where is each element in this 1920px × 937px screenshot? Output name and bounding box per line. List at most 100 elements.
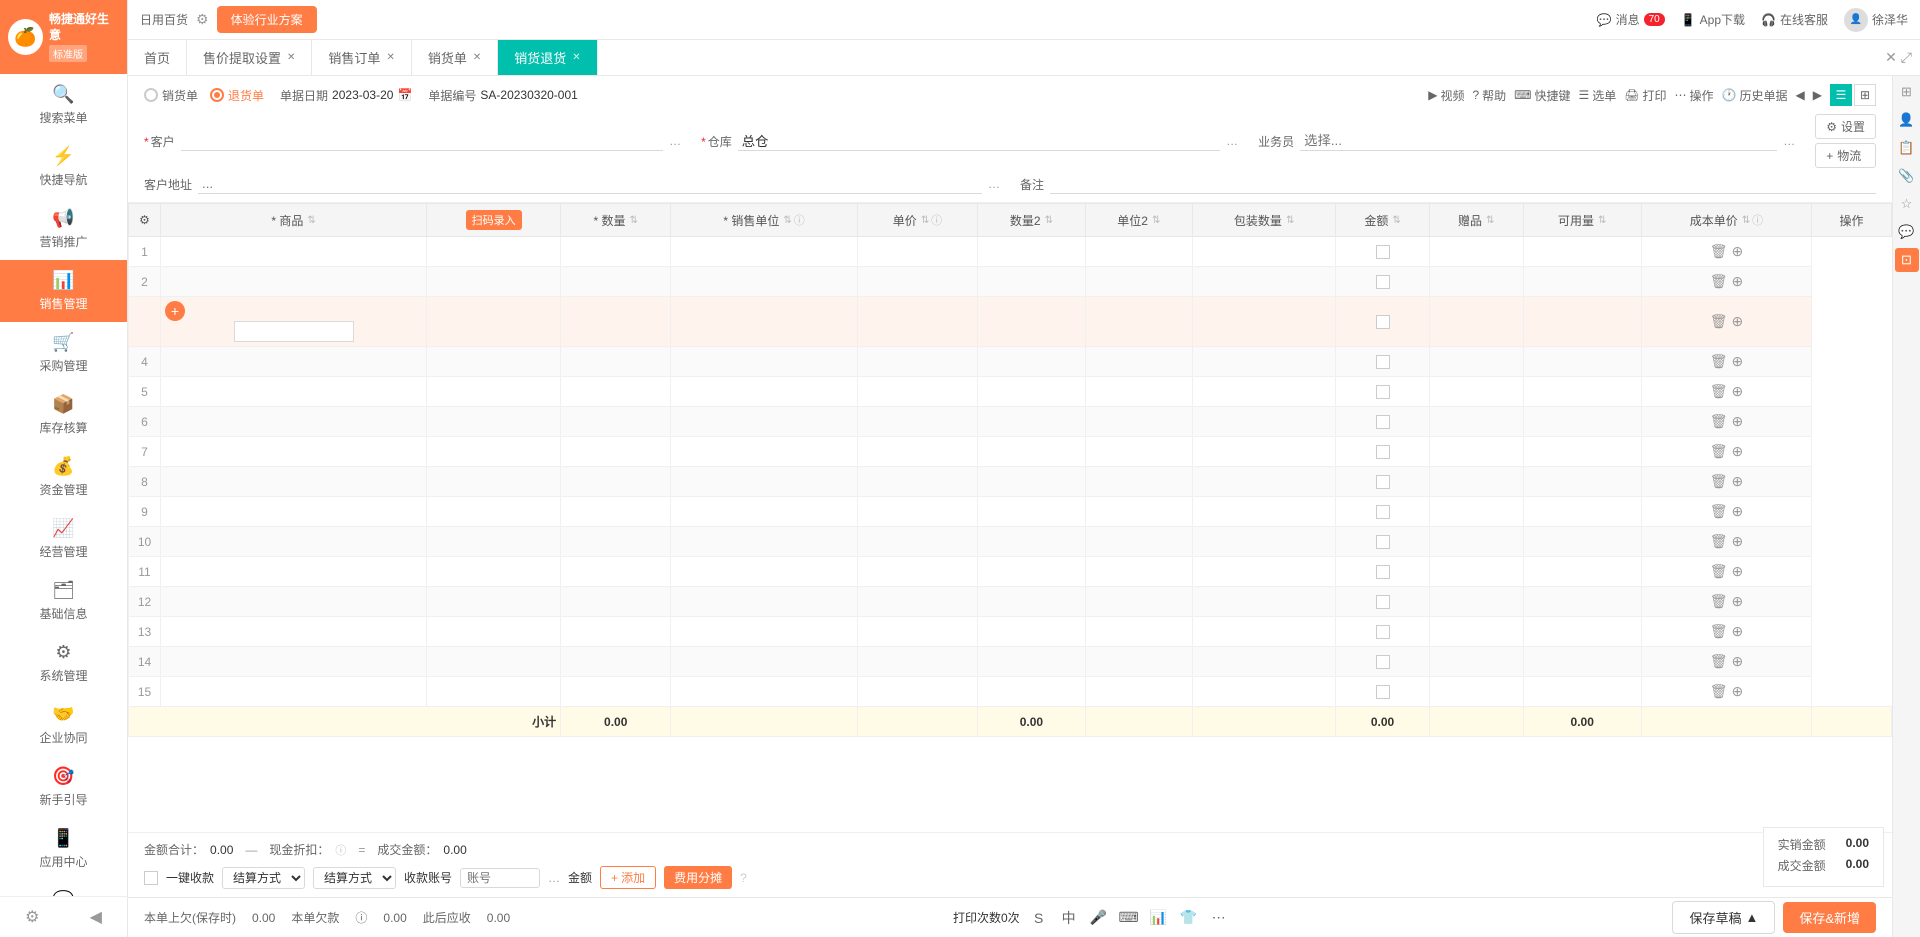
row-unit2-11[interactable] <box>978 557 1085 587</box>
sidebar-item-sales[interactable]: 📊销售管理 <box>0 260 127 322</box>
expense-help-icon[interactable]: ? <box>740 871 747 885</box>
row-unit-6[interactable] <box>561 407 671 437</box>
row-amount-9[interactable] <box>1193 497 1336 527</box>
row-qty2-12[interactable] <box>857 587 977 617</box>
gift-cb-7[interactable] <box>1376 445 1390 459</box>
row-pack-qty-1[interactable] <box>1085 237 1192 267</box>
row-unit2-6[interactable] <box>978 407 1085 437</box>
row-delete-7[interactable]: 🗑 <box>1710 443 1728 460</box>
row-product-8[interactable] <box>161 467 427 497</box>
row-unit-13[interactable] <box>561 617 671 647</box>
row-cost-5[interactable] <box>1523 377 1641 407</box>
row-unit2-4[interactable] <box>978 347 1085 377</box>
row-copy-8[interactable]: ⊕ <box>1731 473 1743 490</box>
row-copy-10[interactable]: ⊕ <box>1731 533 1743 550</box>
warehouse-input[interactable] <box>738 131 1220 151</box>
toolbar-history[interactable]: 🕐 历史单据 <box>1722 87 1788 104</box>
row-price-1[interactable] <box>671 237 857 267</box>
toolbar-print[interactable]: 🖨 打印 <box>1624 87 1666 104</box>
sidebar-item-finance[interactable]: 💰资金管理 <box>0 446 127 508</box>
tool-icon-s[interactable]: S <box>1028 907 1050 929</box>
row-available-7[interactable] <box>1429 437 1523 467</box>
row-delete-3[interactable]: 🗑 <box>1710 313 1728 330</box>
row-copy-4[interactable]: ⊕ <box>1731 353 1743 370</box>
row-qty-1[interactable] <box>427 237 561 267</box>
rp-icon-7[interactable]: ⊡ <box>1895 248 1919 272</box>
row-cost-11[interactable] <box>1523 557 1641 587</box>
row-price-10[interactable] <box>671 527 857 557</box>
doc-date-value[interactable]: 2023-03-20 <box>332 88 393 102</box>
tab-close-sales-order[interactable]: ✕ <box>386 52 394 63</box>
row-gift-13[interactable] <box>1336 617 1430 647</box>
row-available-5[interactable] <box>1429 377 1523 407</box>
one-click-pay-checkbox[interactable] <box>144 871 158 885</box>
row-price-2[interactable] <box>671 267 857 297</box>
row-qty-15[interactable] <box>427 677 561 707</box>
row-copy-3[interactable]: ⊕ <box>1731 313 1743 330</box>
view-grid-btn[interactable]: ⊞ <box>1854 84 1876 106</box>
row-pack-qty-13[interactable] <box>1085 617 1192 647</box>
view-list-btn[interactable]: ☰ <box>1830 84 1852 106</box>
row-unit-14[interactable] <box>561 647 671 677</box>
row-price-12[interactable] <box>671 587 857 617</box>
row-amount-6[interactable] <box>1193 407 1336 437</box>
row-unit2-1[interactable] <box>978 237 1085 267</box>
owe-info-icon[interactable]: ⓘ <box>355 909 367 926</box>
expense-split-btn[interactable]: 费用分摊 <box>664 866 732 889</box>
sort-unit-icon[interactable]: ⇅ <box>783 215 791 226</box>
gift-cb-5[interactable] <box>1376 385 1390 399</box>
row-cost-14[interactable] <box>1523 647 1641 677</box>
row-delete-10[interactable]: 🗑 <box>1710 533 1728 550</box>
row-pack-qty-5[interactable] <box>1085 377 1192 407</box>
row-amount-2[interactable] <box>1193 267 1336 297</box>
salesperson-input[interactable] <box>1300 131 1777 151</box>
row-price-4[interactable] <box>671 347 857 377</box>
sort-amount-icon[interactable]: ⇅ <box>1392 215 1400 226</box>
row-price-3[interactable] <box>671 297 857 347</box>
sidebar-item-shortcut[interactable]: ⚡快捷导航 <box>0 136 127 198</box>
row-available-12[interactable] <box>1429 587 1523 617</box>
row-unit-15[interactable] <box>561 677 671 707</box>
row-unit2-8[interactable] <box>978 467 1085 497</box>
row-delete-9[interactable]: 🗑 <box>1710 503 1728 520</box>
row-qty2-7[interactable] <box>857 437 977 467</box>
sort-qty2-icon[interactable]: ⇅ <box>1045 215 1053 226</box>
tab-close-price-set[interactable]: ✕ <box>287 52 295 63</box>
row-qty2-11[interactable] <box>857 557 977 587</box>
row-unit2-14[interactable] <box>978 647 1085 677</box>
row-qty-14[interactable] <box>427 647 561 677</box>
row-pack-qty-8[interactable] <box>1085 467 1192 497</box>
salesperson-select-icon[interactable]: … <box>1783 134 1795 148</box>
row-gift-15[interactable] <box>1336 677 1430 707</box>
row-amount-3[interactable] <box>1193 297 1336 347</box>
row-cost-7[interactable] <box>1523 437 1641 467</box>
row-qty-4[interactable] <box>427 347 561 377</box>
account-input[interactable] <box>460 868 540 888</box>
gift-cb-9[interactable] <box>1376 505 1390 519</box>
row-unit-9[interactable] <box>561 497 671 527</box>
gift-cb-8[interactable] <box>1376 475 1390 489</box>
row-cost-10[interactable] <box>1523 527 1641 557</box>
row-cost-3[interactable] <box>1523 297 1641 347</box>
row-unit-8[interactable] <box>561 467 671 497</box>
toolbar-select[interactable]: ☰ 选单 <box>1579 87 1617 104</box>
row-amount-10[interactable] <box>1193 527 1336 557</box>
row-available-10[interactable] <box>1429 527 1523 557</box>
save-draft-button[interactable]: 保存草稿 ▲ <box>1672 901 1775 934</box>
gift-cb-10[interactable] <box>1376 535 1390 549</box>
sidebar-item-inventory[interactable]: 📦库存核算 <box>0 384 127 446</box>
row-amount-8[interactable] <box>1193 467 1336 497</box>
sort-unit2-icon[interactable]: ⇅ <box>1152 215 1160 226</box>
row-gift-5[interactable] <box>1336 377 1430 407</box>
row-price-6[interactable] <box>671 407 857 437</box>
row-unit-4[interactable] <box>561 347 671 377</box>
row-gift-9[interactable] <box>1336 497 1430 527</box>
gift-cb-2[interactable] <box>1376 275 1390 289</box>
row-unit-1[interactable] <box>561 237 671 267</box>
row-amount-11[interactable] <box>1193 557 1336 587</box>
row-qty2-1[interactable] <box>857 237 977 267</box>
rp-icon-4[interactable]: 📎 <box>1895 164 1919 188</box>
row-copy-7[interactable]: ⊕ <box>1731 443 1743 460</box>
row-qty2-14[interactable] <box>857 647 977 677</box>
row-available-3[interactable] <box>1429 297 1523 347</box>
